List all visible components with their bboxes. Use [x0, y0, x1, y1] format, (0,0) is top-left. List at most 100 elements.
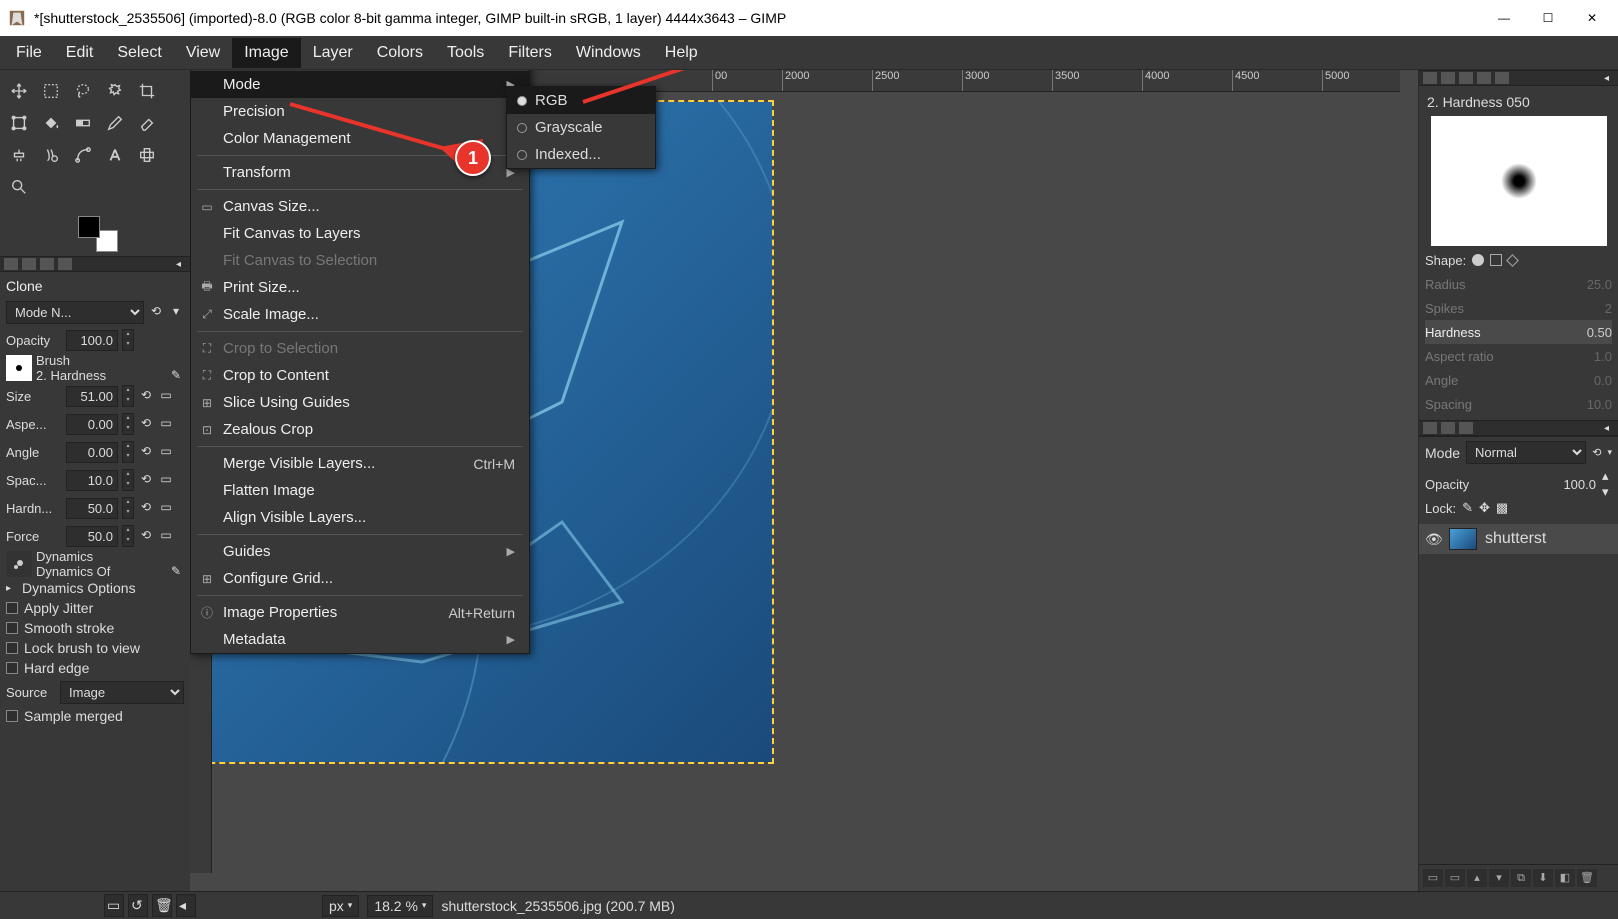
spinner[interactable]: ▴▾: [1602, 468, 1612, 500]
pencil-tool[interactable]: [100, 108, 130, 138]
clone-tool[interactable]: [4, 140, 34, 170]
dock-tab[interactable]: [40, 258, 54, 270]
menu-select[interactable]: Select: [105, 38, 173, 68]
spinner[interactable]: ▴▾: [122, 525, 134, 547]
layer-group-button[interactable]: ▭: [1445, 869, 1465, 887]
bucket-tool[interactable]: [36, 108, 66, 138]
dock-tab[interactable]: [1441, 72, 1455, 84]
smooth-checkbox[interactable]: Smooth stroke: [6, 618, 184, 638]
maximize-button[interactable]: ☐: [1526, 2, 1570, 34]
menu-item-merge-visible-layers-[interactable]: Merge Visible Layers...Ctrl+M: [191, 450, 529, 477]
status-icon[interactable]: ▭: [104, 894, 124, 917]
spinner[interactable]: ▴▾: [122, 469, 134, 491]
visibility-icon[interactable]: 👁: [1425, 531, 1441, 548]
gradient-tool[interactable]: [68, 108, 98, 138]
menu-item-zealous-crop[interactable]: ⊡Zealous Crop: [191, 416, 529, 443]
fuzzy-select-tool[interactable]: [100, 76, 130, 106]
zoom-select[interactable]: 18.2 %▾: [367, 895, 433, 917]
mode-option-indexed[interactable]: Indexed...: [507, 141, 655, 168]
lock-position-icon[interactable]: ✥: [1479, 500, 1490, 516]
reset-icon[interactable]: ⟲: [138, 528, 154, 544]
shape-selector[interactable]: [1472, 254, 1517, 266]
reset-icon[interactable]: ⟲: [138, 472, 154, 488]
menu-tools[interactable]: Tools: [435, 38, 496, 68]
spinner[interactable]: ▴▾: [122, 497, 134, 519]
text-tool[interactable]: [100, 140, 130, 170]
menu-image[interactable]: Image: [232, 38, 300, 68]
spinner[interactable]: ▴▾: [122, 329, 134, 351]
new-layer-button[interactable]: ▭: [1423, 869, 1443, 887]
menu-icon[interactable]: ▭: [158, 416, 174, 432]
menu-icon[interactable]: ▭: [158, 500, 174, 516]
menu-item-align-visible-layers-[interactable]: Align Visible Layers...: [191, 504, 529, 531]
layer-mode-select[interactable]: Normal: [1466, 441, 1586, 464]
minimize-button[interactable]: —: [1482, 2, 1526, 34]
lower-layer-button[interactable]: ▾: [1489, 869, 1509, 887]
duplicate-layer-button[interactable]: ⧉: [1511, 869, 1531, 887]
dynamics-options-toggle[interactable]: ▸Dynamics Options: [6, 578, 184, 598]
menu-item-configure-grid-[interactable]: ⊞Configure Grid...: [191, 565, 529, 592]
menu-layer[interactable]: Layer: [301, 38, 365, 68]
menu-help[interactable]: Help: [653, 38, 710, 68]
dock-tab[interactable]: [1495, 72, 1509, 84]
menu-item-flatten-image[interactable]: Flatten Image: [191, 477, 529, 504]
reset-icon[interactable]: ⟲: [1592, 446, 1601, 459]
status-icon[interactable]: 🗑: [152, 894, 172, 917]
dock-tab[interactable]: [1423, 422, 1437, 434]
reset-icon[interactable]: ⟲: [138, 444, 154, 460]
transform-tool[interactable]: [4, 108, 34, 138]
shape-square-icon[interactable]: [1490, 254, 1502, 266]
brush-preview[interactable]: [6, 355, 32, 381]
reset-icon[interactable]: ⟲: [148, 304, 164, 320]
menu-view[interactable]: View: [174, 38, 232, 68]
dynamics-preview[interactable]: [6, 551, 32, 577]
raise-layer-button[interactable]: ▴: [1467, 869, 1487, 887]
dock-tab[interactable]: [58, 258, 72, 270]
menu-file[interactable]: File: [4, 38, 54, 68]
slider-input[interactable]: 50.0: [66, 526, 118, 547]
reset-icon[interactable]: ⟲: [138, 500, 154, 516]
menu-filters[interactable]: Filters: [496, 38, 564, 68]
edit-brush-icon[interactable]: ✎: [168, 368, 184, 384]
chevron-down-icon[interactable]: ▾: [168, 304, 184, 320]
menu-icon[interactable]: ▭: [158, 472, 174, 488]
layer-opacity-value[interactable]: 100.0: [1563, 477, 1596, 492]
dock-tab[interactable]: [1459, 422, 1473, 434]
menu-item-scale-image-[interactable]: ⤢Scale Image...: [191, 301, 529, 328]
merge-layer-button[interactable]: ⬇: [1533, 869, 1553, 887]
menu-item-canvas-size-[interactable]: ▭Canvas Size...: [191, 193, 529, 220]
heal-tool[interactable]: [132, 140, 162, 170]
menu-item-metadata[interactable]: Metadata▶: [191, 626, 529, 653]
expand-icon[interactable]: ◂: [176, 259, 186, 269]
expand-icon[interactable]: ◂: [1604, 423, 1614, 433]
menu-edit[interactable]: Edit: [54, 38, 106, 68]
rect-select-tool[interactable]: [36, 76, 66, 106]
layer-row[interactable]: 👁 shutterst: [1419, 524, 1618, 554]
hard-edge-checkbox[interactable]: Hard edge: [6, 658, 184, 678]
slider-input[interactable]: 51.00: [66, 386, 118, 407]
unit-select[interactable]: px▾: [322, 895, 359, 917]
shape-circle-icon[interactable]: [1472, 254, 1484, 266]
color-swatch[interactable]: [78, 216, 118, 252]
layer-name[interactable]: shutterst: [1485, 530, 1546, 548]
menu-icon[interactable]: ▭: [158, 444, 174, 460]
close-button[interactable]: ✕: [1570, 2, 1614, 34]
menu-item-slice-using-guides[interactable]: ⊞Slice Using Guides: [191, 389, 529, 416]
lasso-tool[interactable]: [68, 76, 98, 106]
spinner[interactable]: ▴▾: [122, 441, 134, 463]
menu-icon[interactable]: ▭: [158, 528, 174, 544]
mask-layer-button[interactable]: ◧: [1555, 869, 1575, 887]
chevron-down-icon[interactable]: ▾: [1607, 447, 1612, 458]
path-tool[interactable]: [68, 140, 98, 170]
lock-pixels-icon[interactable]: ✎: [1462, 500, 1473, 516]
smudge-tool[interactable]: [36, 140, 66, 170]
dock-tab[interactable]: [1441, 422, 1455, 434]
menu-item-print-size-[interactable]: 🖶Print Size...: [191, 274, 529, 301]
menu-icon[interactable]: ▭: [158, 388, 174, 404]
delete-layer-button[interactable]: 🗑: [1577, 869, 1597, 887]
spinner[interactable]: ▴▾: [122, 413, 134, 435]
shape-diamond-icon[interactable]: [1506, 254, 1519, 267]
crop-tool[interactable]: [132, 76, 162, 106]
status-icon[interactable]: ◂: [176, 894, 196, 917]
menu-item-guides[interactable]: Guides▶: [191, 538, 529, 565]
